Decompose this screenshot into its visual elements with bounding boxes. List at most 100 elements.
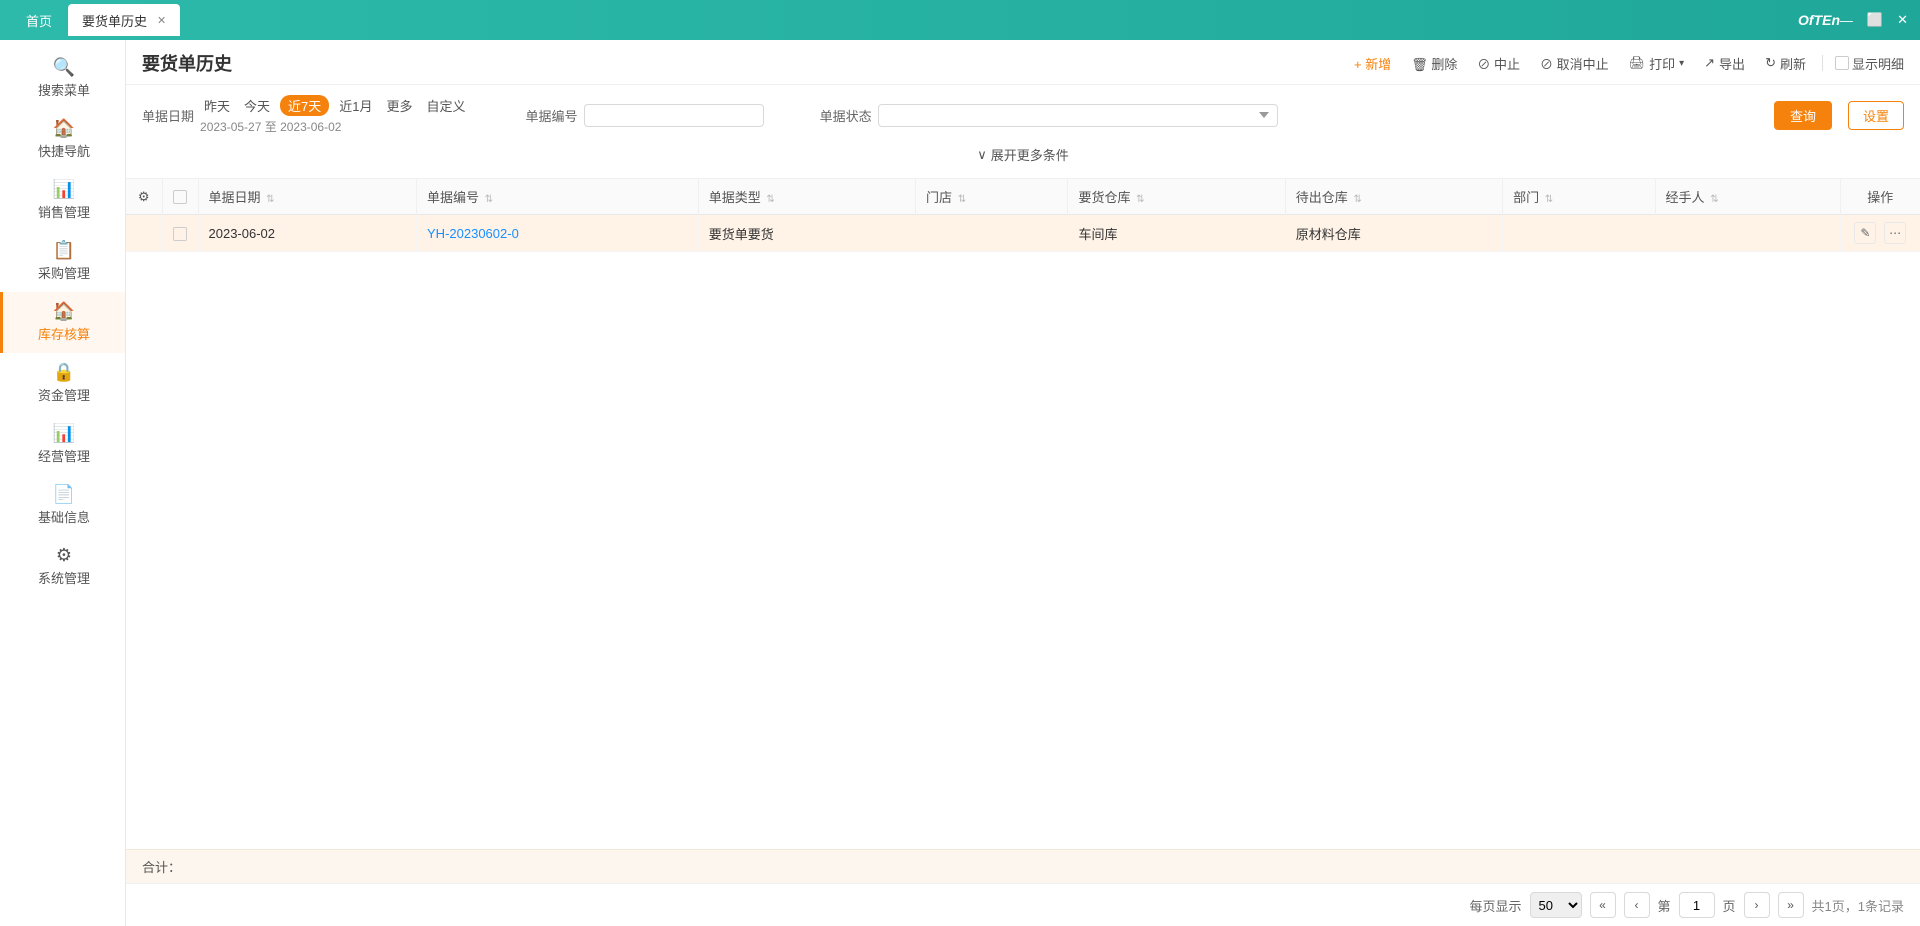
basic-info-icon: 📄	[53, 485, 75, 503]
row-pendingwarehouse: 原材料仓库	[1285, 215, 1502, 252]
date-range-display: 2023-05-27 至 2023-06-02	[200, 118, 470, 135]
sidebar-item-operations-mgmt[interactable]: 📊 经营管理	[0, 414, 125, 475]
col-pendingwarehouse-label: 待出仓库	[1296, 190, 1348, 205]
print-button[interactable]: 🖨 打印 ▾	[1625, 54, 1689, 73]
tab-home[interactable]: 首页	[12, 4, 66, 36]
minimize-icon[interactable]: —	[1840, 13, 1853, 28]
col-store-sort-icon[interactable]: ⇅	[958, 194, 966, 205]
col-handler-sort-icon[interactable]: ⇅	[1710, 194, 1718, 205]
main-layout: 🔍 搜索菜单 🏠 快捷导航 📊 销售管理 📋 采购管理 🏠 库存核算 🔒 资金管…	[0, 40, 1920, 926]
settings-col-icon[interactable]: ⚙	[138, 189, 150, 204]
finance-mgmt-icon: 🔒	[53, 363, 75, 381]
refresh-button[interactable]: ↻ 刷新	[1761, 54, 1810, 73]
col-dept-sort-icon[interactable]: ⇅	[1545, 194, 1553, 205]
settings-button[interactable]: 设置	[1848, 101, 1904, 130]
show-detail-button[interactable]: 显示明细	[1835, 54, 1904, 73]
date-custom[interactable]: 自定义	[423, 95, 470, 116]
col-docno-sort-icon[interactable]: ⇅	[485, 194, 493, 205]
sidebar-item-operations-mgmt-label: 经营管理	[38, 446, 90, 465]
stop-button[interactable]: ⊘ 中止	[1473, 54, 1524, 73]
per-page-select[interactable]: 50 100 200	[1530, 892, 1582, 918]
purchase-mgmt-icon: 📋	[53, 241, 75, 259]
col-doctype-label: 单据类型	[709, 190, 761, 205]
sidebar-item-quick-nav-label: 快捷导航	[38, 141, 90, 160]
table-container: ⚙ 单据日期 ⇅ 单据编号 ⇅	[126, 179, 1920, 849]
date-last7days[interactable]: 近7天	[280, 95, 329, 116]
sidebar-item-quick-nav[interactable]: 🏠 快捷导航	[0, 109, 125, 170]
col-dept-label: 部门	[1513, 190, 1539, 205]
next-page-button[interactable]: ›	[1744, 892, 1770, 918]
sidebar-item-search-menu[interactable]: 🔍 搜索菜单	[0, 48, 125, 109]
cancel-stop-button[interactable]: ⊘ 取消中止	[1536, 54, 1613, 73]
col-store-label: 门店	[926, 190, 952, 205]
date-shortcut-buttons: 昨天 今天 近7天 近1月 更多 自定义	[200, 95, 470, 116]
col-doctype-sort-icon[interactable]: ⇅	[766, 194, 774, 205]
date-yesterday[interactable]: 昨天	[200, 95, 234, 116]
table-footer: 合计：	[126, 849, 1920, 883]
sidebar-item-finance-mgmt[interactable]: 🔒 资金管理	[0, 353, 125, 414]
first-page-button[interactable]: «	[1590, 892, 1616, 918]
top-bar: 首页 要货单历史 ✕ OfTEn — ⬜ ✕	[0, 0, 1920, 40]
row-more-icon[interactable]: ⋯	[1884, 222, 1906, 244]
sidebar-item-finance-mgmt-label: 资金管理	[38, 385, 90, 404]
sidebar-item-sales-mgmt-label: 销售管理	[38, 202, 90, 221]
query-button[interactable]: 查询	[1774, 101, 1832, 130]
row-reqwarehouse: 车间库	[1068, 215, 1285, 252]
tab-requisition-history[interactable]: 要货单历史 ✕	[68, 4, 180, 36]
col-check	[162, 179, 198, 215]
col-pendingwarehouse-sort-icon[interactable]: ⇅	[1353, 194, 1361, 205]
last-page-button[interactable]: »	[1778, 892, 1804, 918]
date-last1month[interactable]: 近1月	[335, 95, 376, 116]
new-button[interactable]: + 新增	[1350, 54, 1395, 73]
export-button[interactable]: ↗ 导出	[1700, 54, 1749, 73]
sidebar-item-purchase-mgmt[interactable]: 📋 采购管理	[0, 231, 125, 292]
close-window-icon[interactable]: ✕	[1897, 12, 1908, 28]
col-ops-label: 操作	[1867, 190, 1893, 205]
expand-more-label: 展开更多条件	[991, 145, 1069, 164]
col-reqwarehouse-sort-icon[interactable]: ⇅	[1136, 194, 1144, 205]
row-ops: ✎ ⋯	[1840, 215, 1920, 252]
prev-page-button[interactable]: ‹	[1624, 892, 1650, 918]
sidebar-item-basic-info-label: 基础信息	[38, 507, 90, 526]
checkbox-detail[interactable]	[1835, 56, 1849, 70]
expand-more-btn[interactable]: ∨ 展开更多条件	[142, 141, 1904, 168]
status-select[interactable]	[878, 104, 1278, 127]
print-icon: 🖨	[1629, 55, 1646, 71]
col-docno-label: 单据编号	[427, 190, 479, 205]
sidebar-item-system-mgmt[interactable]: ⚙ 系统管理	[0, 536, 125, 597]
show-detail-label: 显示明细	[1852, 54, 1904, 73]
sidebar-item-basic-info[interactable]: 📄 基础信息	[0, 475, 125, 536]
row-handler	[1655, 215, 1840, 252]
date-filter: 单据日期 昨天 今天 近7天 近1月 更多 自定义 2023-05-27 至 2…	[142, 95, 470, 135]
header-actions: + 新增 🗑 删除 ⊘ 中止 ⊘ 取消中止 🖨 打印 ▾ ↗ 导出 ↻ 刷新	[1350, 54, 1904, 73]
col-handler: 经手人 ⇅	[1655, 179, 1840, 215]
page-title: 要货单历史	[142, 50, 232, 76]
maximize-icon[interactable]: ⬜	[1867, 12, 1883, 28]
page-number-input[interactable]: 1	[1679, 892, 1715, 918]
docno-input[interactable]	[584, 104, 764, 127]
total-info: 共1页，1条记录	[1812, 896, 1904, 915]
sidebar-item-sales-mgmt[interactable]: 📊 销售管理	[0, 170, 125, 231]
row-edit-icon[interactable]: ✎	[1854, 222, 1876, 244]
row-checkbox[interactable]	[173, 227, 187, 241]
row-check-cell	[162, 215, 198, 252]
content-area: 要货单历史 + 新增 🗑 删除 ⊘ 中止 ⊘ 取消中止 🖨 打印 ▾ ↗ 导出 …	[126, 40, 1920, 926]
delete-button[interactable]: 🗑 删除	[1407, 54, 1461, 73]
page-label: 第	[1658, 896, 1671, 915]
date-more[interactable]: 更多	[383, 95, 417, 116]
date-today[interactable]: 今天	[240, 95, 274, 116]
tab-home-label: 首页	[26, 11, 52, 30]
tab-close-icon[interactable]: ✕	[157, 14, 166, 27]
sidebar-item-search-menu-label: 搜索菜单	[38, 80, 90, 99]
row-docno-link[interactable]: YH-20230602-0	[427, 226, 519, 241]
divider	[1822, 55, 1823, 71]
sidebar-item-inventory[interactable]: 🏠 库存核算	[0, 292, 125, 353]
total-label: 合计：	[142, 860, 181, 875]
status-filter-label: 单据状态	[820, 106, 872, 125]
col-reqwarehouse: 要货仓库 ⇅	[1068, 179, 1285, 215]
filter-area: 单据日期 昨天 今天 近7天 近1月 更多 自定义 2023-05-27 至 2…	[126, 85, 1920, 179]
chevron-down-icon: ∨	[977, 147, 987, 163]
col-date-sort-icon[interactable]: ⇅	[266, 194, 274, 205]
refresh-label: 刷新	[1780, 54, 1806, 73]
select-all-checkbox[interactable]	[173, 190, 187, 204]
